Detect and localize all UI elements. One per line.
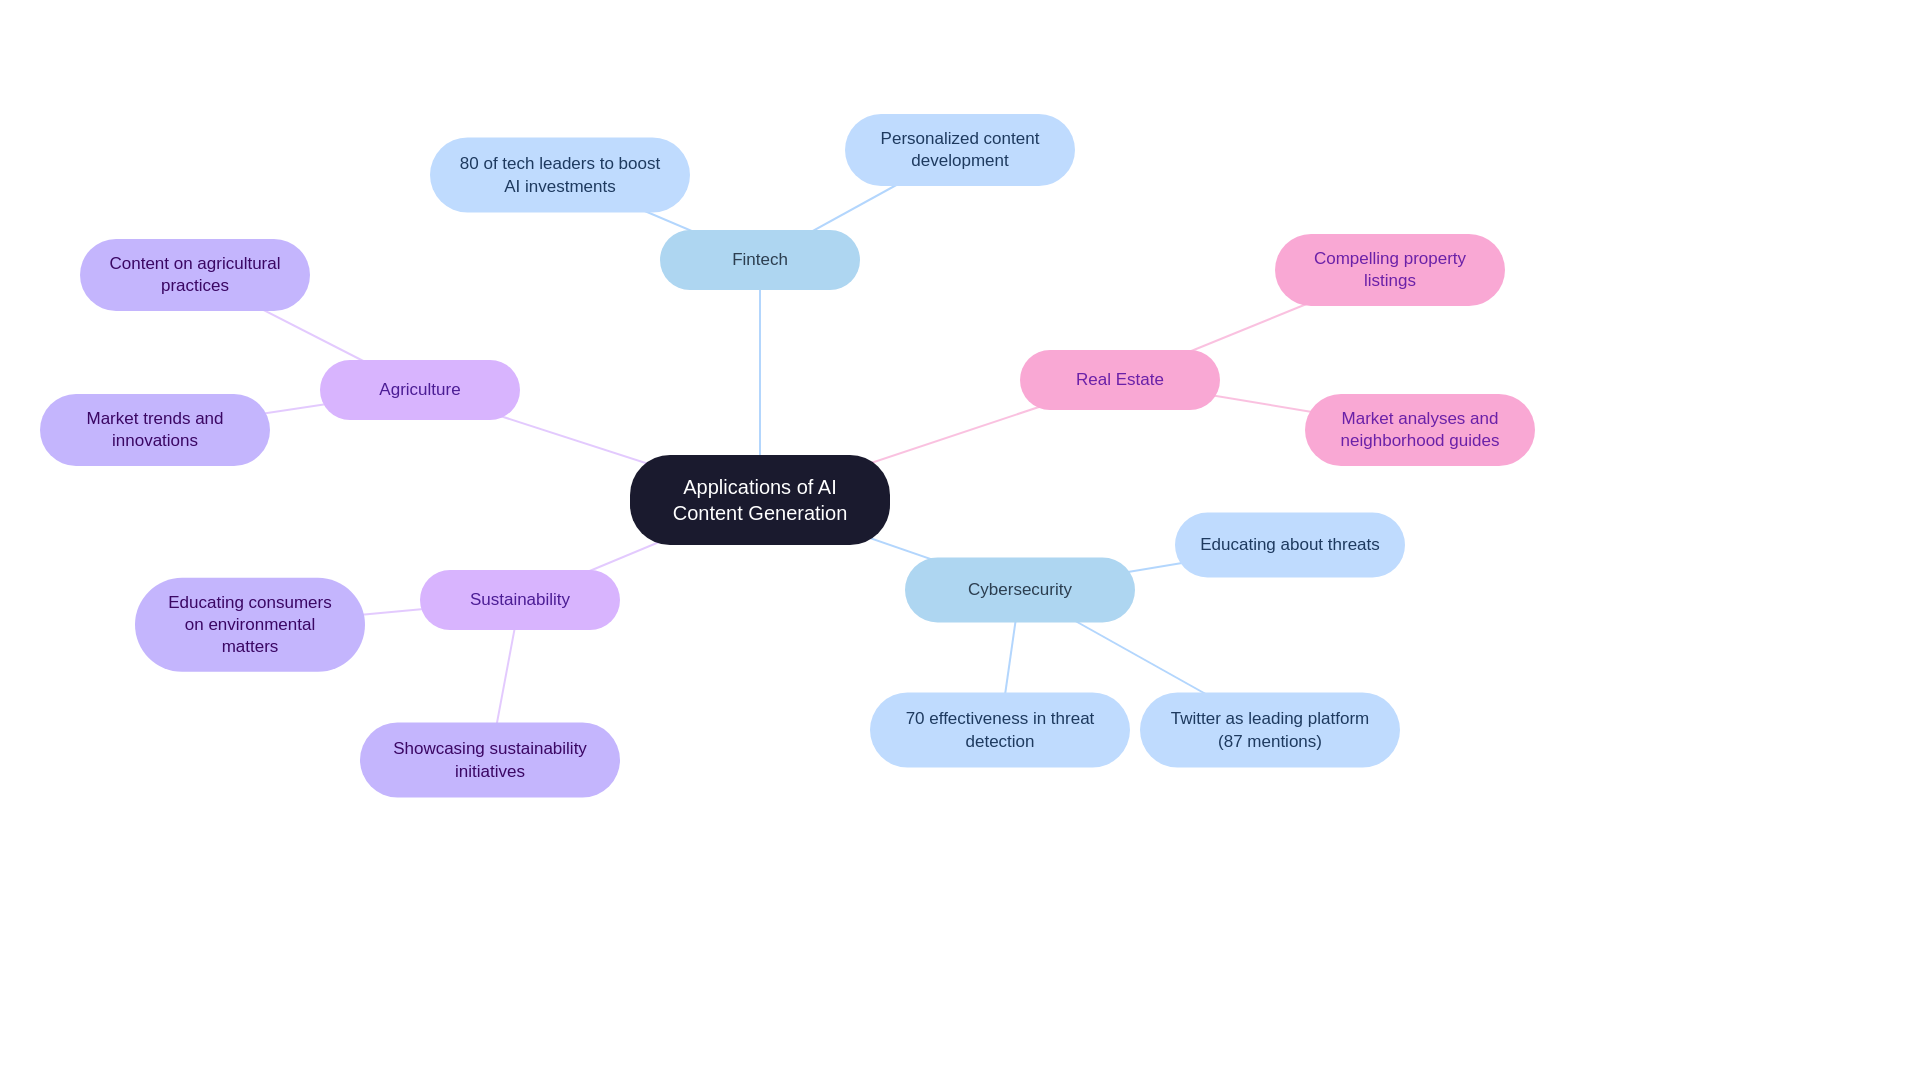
sustainability-node: Sustainability: [420, 570, 620, 630]
fintech-node: Fintech: [660, 230, 860, 290]
cybersecurity-node: Cybersecurity: [905, 558, 1135, 623]
threat-detection-node: 70 effectiveness in threat detection: [870, 693, 1130, 768]
educating-consumers-node: Educating consumers on environmental mat…: [135, 578, 365, 672]
agriculture-node: Agriculture: [320, 360, 520, 420]
personalized-node: Personalized content development: [845, 114, 1075, 186]
real-estate-node: Real Estate: [1020, 350, 1220, 410]
property-listings-node: Compelling property listings: [1275, 234, 1505, 306]
center-node: Applications of AI Content Generation: [630, 455, 890, 545]
agricultural-practices-node: Content on agricultural practices: [80, 239, 310, 311]
twitter-platform-node: Twitter as leading platform (87 mentions…: [1140, 693, 1400, 768]
educating-threats-node: Educating about threats: [1175, 513, 1405, 578]
market-trends-node: Market trends and innovations: [40, 394, 270, 466]
mindmap-container: Applications of AI Content Generation Fin…: [0, 0, 1920, 1083]
market-analyses-node: Market analyses and neighborhood guides: [1305, 394, 1535, 466]
tech-leaders-node: 80 of tech leaders to boost AI investmen…: [430, 138, 690, 213]
showcasing-sustainability-node: Showcasing sustainability initiatives: [360, 723, 620, 798]
